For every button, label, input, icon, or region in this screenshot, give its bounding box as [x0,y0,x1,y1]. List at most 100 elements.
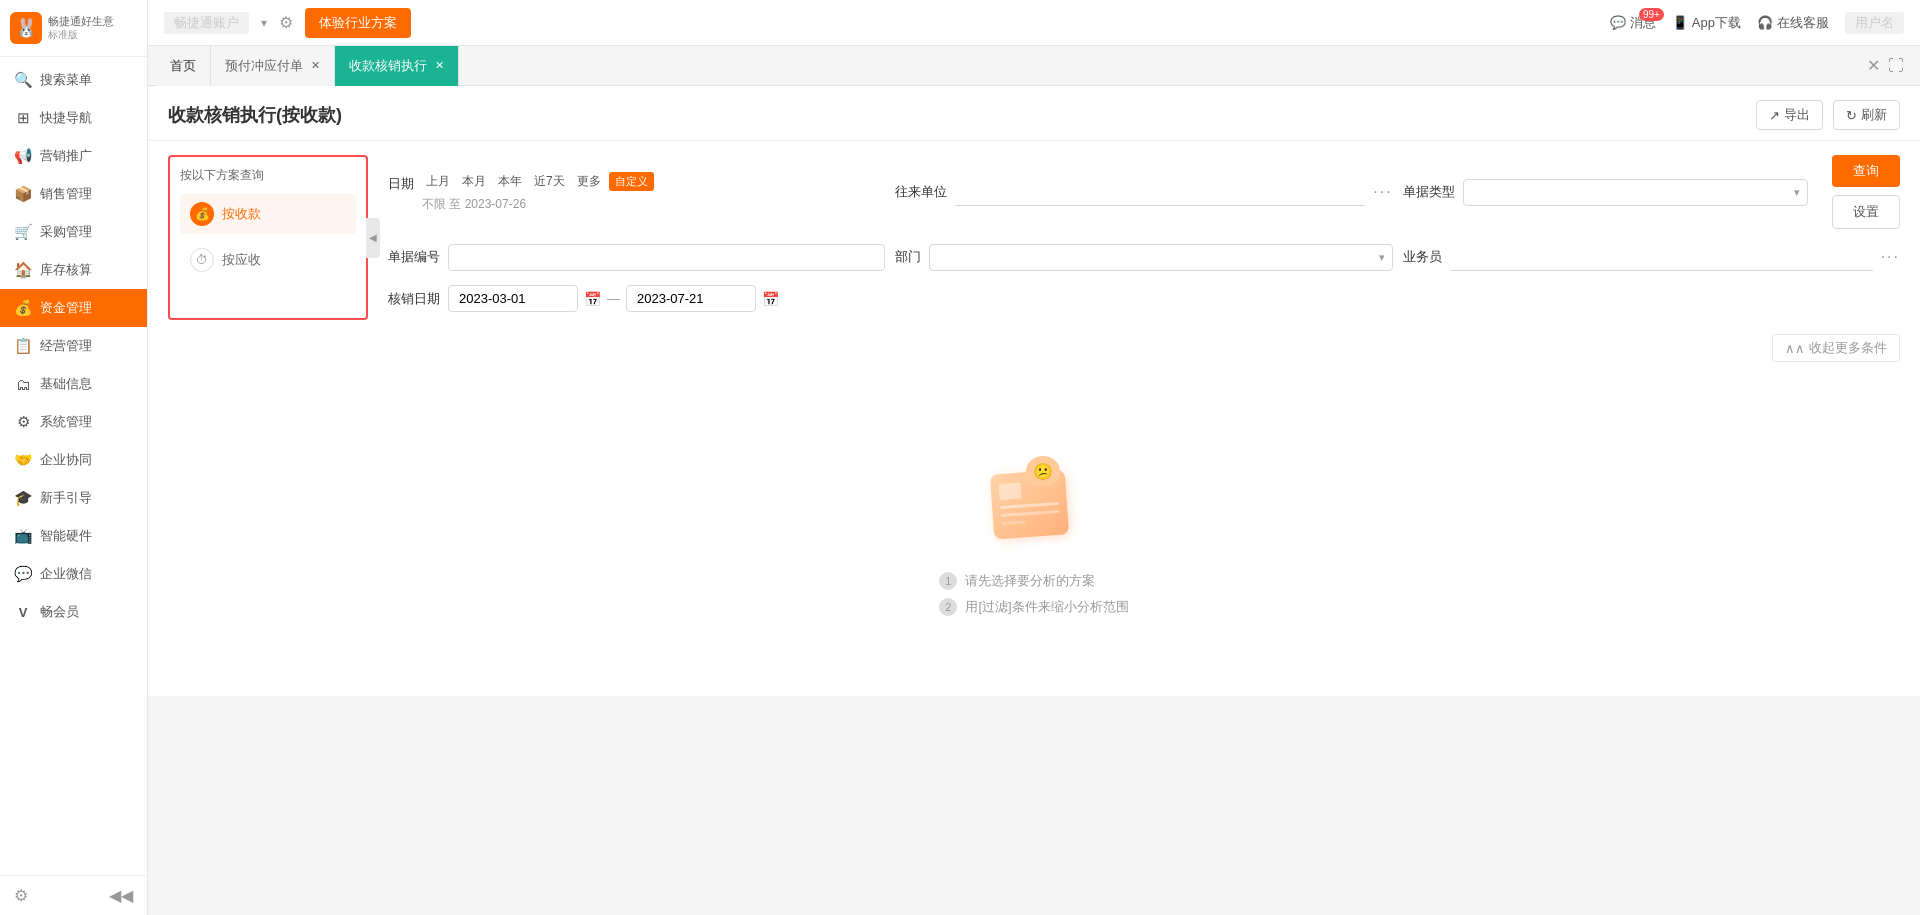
logo-text: 畅捷通好生意 标准版 [48,14,114,42]
sidebar-item-system[interactable]: ⚙ 系统管理 [0,403,147,441]
date-dash: — [607,291,620,306]
doc-no-label: 单据编号 [388,248,440,266]
receivable-icon: ⏱ [190,248,214,272]
sidebar-item-member[interactable]: V 畅会员 [0,593,147,631]
gear-icon[interactable]: ⚙ [279,13,293,32]
this-month-btn[interactable]: 本月 [458,171,490,192]
page-actions: ↗ 导出 ↻ 刷新 [1756,100,1900,130]
query-button[interactable]: 查询 [1832,155,1900,187]
verify-start-calendar-icon[interactable]: 📅 [584,291,601,307]
sidebar-nav: 🔍 搜索菜单 ⊞ 快捷导航 📢 营销推广 📦 销售管理 🛒 采购管理 🏠 库存核… [0,57,147,875]
this-year-btn[interactable]: 本年 [494,171,526,192]
tabbar: 首页 预付冲应付单 ✕ 收款核销执行 ✕ ✕ ⛶ [148,46,1920,86]
message-icon: 💬 [1610,15,1626,30]
export-button[interactable]: ↗ 导出 [1756,100,1823,130]
tab-home[interactable]: 首页 [156,46,211,86]
sidebar-item-quick-nav[interactable]: ⊞ 快捷导航 [0,99,147,137]
sidebar-item-marketing[interactable]: 📢 营销推广 [0,137,147,175]
sidebar-item-guide[interactable]: 🎓 新手引导 [0,479,147,517]
verify-date-start-input[interactable] [448,285,578,312]
sidebar-item-enterprise[interactable]: 🤝 企业协同 [0,441,147,479]
collapse-row: ∧∧ 收起更多条件 [148,334,1920,372]
tab-home-label: 首页 [170,57,196,75]
sales-icon: 📦 [14,185,32,203]
sidebar-item-finance[interactable]: 💰 资金管理 [0,289,147,327]
sidebar-item-inventory[interactable]: 🏠 库存核算 [0,251,147,289]
service-icon: 🎧 [1757,15,1773,30]
query-actions: 查询 设置 [1832,155,1900,229]
topbar: 畅捷通账户 ▾ ⚙ 体验行业方案 💬 消息 99+ 📱 App下载 🎧 在线客服… [148,0,1920,46]
doc-type-label: 单据类型 [1403,183,1455,201]
sidebar-item-hardware[interactable]: 📺 智能硬件 [0,517,147,555]
counterpart-more-btn[interactable]: ··· [1373,183,1392,201]
app-download-button[interactable]: 📱 App下载 [1672,14,1741,32]
dept-label: 部门 [895,248,921,266]
empty-hint-1: 1 请先选择要分析的方案 [939,572,1128,590]
more-date-btn[interactable]: 更多 [573,171,605,192]
collapse-more-button[interactable]: ∧∧ 收起更多条件 [1772,334,1900,362]
system-icon: ⚙ [14,413,32,431]
empty-hints: 1 请先选择要分析的方案 2 用[过滤]条件来缩小分析范围 [939,572,1128,616]
date-range-display: 不限 至 2023-07-26 [422,196,654,213]
last-month-btn[interactable]: 上月 [422,171,454,192]
tab-prepay[interactable]: 预付冲应付单 ✕ [211,46,335,86]
brand-placeholder: 畅捷通账户 [164,12,249,34]
staff-field: 业务员 ··· [1403,243,1900,271]
filter-option-by-receivable[interactable]: ⏱ 按应收 [180,240,356,280]
member-icon: V [14,605,32,620]
verify-date-end-input[interactable] [626,285,756,312]
page: 收款核销执行(按收款) ↗ 导出 ↻ 刷新 按以下方案查询 [148,86,1920,696]
refresh-button[interactable]: ↻ 刷新 [1833,100,1900,130]
hint-2-num: 2 [939,598,957,616]
custom-date-btn[interactable]: 自定义 [609,172,654,191]
settings-icon[interactable]: ⚙ [14,886,28,905]
verify-date-field: 核销日期 📅 — 📅 [388,285,1900,312]
filter-collapse-btn[interactable]: ◀ [366,218,380,258]
wechat-icon: 💬 [14,565,32,583]
message-button[interactable]: 💬 消息 99+ [1610,14,1656,32]
tab-prepay-close[interactable]: ✕ [311,59,320,72]
sidebar-item-sales[interactable]: 📦 销售管理 [0,175,147,213]
settings-button[interactable]: 设置 [1832,195,1900,229]
last-7-days-btn[interactable]: 近7天 [530,171,569,192]
sidebar-item-search[interactable]: 🔍 搜索菜单 [0,61,147,99]
sidebar-item-purchase[interactable]: 🛒 采购管理 [0,213,147,251]
doc-no-input[interactable] [448,244,885,271]
tab-collection[interactable]: 收款核销执行 ✕ [335,46,459,86]
tab-collection-close[interactable]: ✕ [435,59,444,72]
dept-field: 部门 [895,244,1392,271]
empty-hint-2: 2 用[过滤]条件来缩小分析范围 [939,598,1128,616]
staff-label: 业务员 [1403,248,1442,266]
tab-prepay-label: 预付冲应付单 [225,57,303,75]
collapse-sidebar-icon[interactable]: ◀◀ [109,886,133,905]
sidebar-footer: ⚙ ◀◀ [0,875,147,915]
search-icon: 🔍 [14,71,32,89]
doc-type-field: 单据类型 查询 设置 [1403,155,1900,229]
date-field: 日期 上月 本月 本年 近7天 更多 自定义 不限 至 [388,171,885,213]
service-button[interactable]: 🎧 在线客服 [1757,14,1829,32]
close-tab-icon[interactable]: ✕ [1867,56,1880,75]
app-icon: 📱 [1672,15,1688,30]
sidebar-item-wechat[interactable]: 💬 企业微信 [0,555,147,593]
sidebar-item-operations[interactable]: 📋 经营管理 [0,327,147,365]
verify-date-label: 核销日期 [388,290,440,308]
topbar-left: 畅捷通账户 ▾ ⚙ 体验行业方案 [164,8,411,38]
dept-select[interactable] [929,244,1392,271]
counterpart-field: 往来单位 ··· [895,178,1392,206]
doc-type-select[interactable] [1463,179,1808,206]
filter-option-by-receipt[interactable]: 💰 按收款 [180,194,356,234]
verify-end-calendar-icon[interactable]: 📅 [762,291,779,307]
filter-panel-title: 按以下方案查询 [180,167,356,184]
staff-more-btn[interactable]: ··· [1881,248,1900,266]
date-quick-btns: 上月 本月 本年 近7天 更多 自定义 [422,171,654,192]
maximize-icon[interactable]: ⛶ [1888,57,1904,75]
content-area: 收款核销执行(按收款) ↗ 导出 ↻ 刷新 按以下方案查询 [148,86,1920,915]
marketing-icon: 📢 [14,147,32,165]
enterprise-icon: 🤝 [14,451,32,469]
dropdown-icon[interactable]: ▾ [261,16,267,30]
sidebar-item-basic[interactable]: 🗂 基础信息 [0,365,147,403]
user-info: 用户名 [1845,12,1904,34]
solution-button[interactable]: 体验行业方案 [305,8,411,38]
message-badge: 99+ [1639,8,1664,21]
empty-state: 😕 1 请先选择要分析的方案 2 用[过滤]条件来缩小分析范围 [148,372,1920,696]
